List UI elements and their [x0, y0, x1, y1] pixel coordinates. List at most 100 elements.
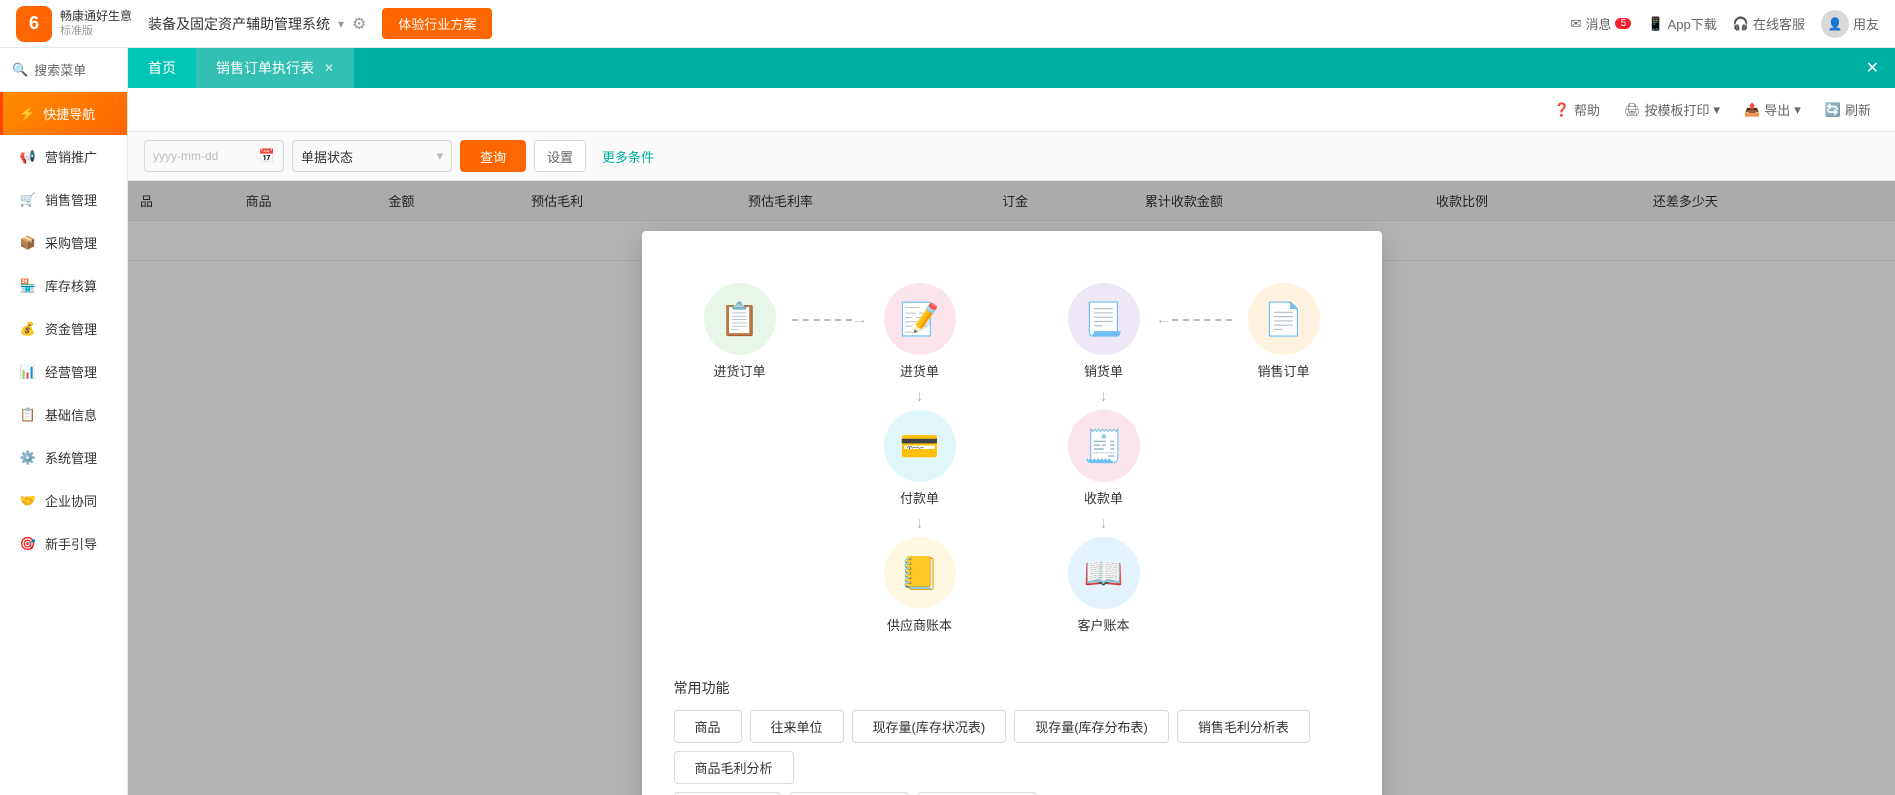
func-btn-partner[interactable]: 往来单位: [750, 710, 844, 743]
sidebar-item-finance[interactable]: 💰 资金管理: [0, 307, 127, 350]
refresh-button[interactable]: 🔄 刷新: [1817, 96, 1879, 123]
flow-item-supplier-account[interactable]: 📒 供应商账本: [884, 537, 956, 634]
date-from-placeholder: yyyy-mm-dd: [153, 149, 218, 163]
tab-bar-close-button[interactable]: ✕: [1866, 58, 1879, 78]
template-print-label: 按模板打印: [1645, 100, 1710, 119]
headset-icon: 🎧: [1733, 16, 1749, 32]
sales-bill-label: 销货单: [1084, 361, 1123, 380]
help-icon: ❓: [1554, 102, 1570, 118]
sidebar-item-label-3: 采购管理: [45, 233, 97, 252]
sidebar-item-quick-nav[interactable]: ⚡ 快捷导航: [0, 92, 127, 135]
status-select[interactable]: 单据状态 ▾: [292, 140, 452, 172]
arrow-down-payment: ↓: [884, 515, 956, 533]
dropdown-arrow-icon[interactable]: ▾: [338, 17, 344, 31]
tab-bar: 首页 销售订单执行表 ✕ ✕: [128, 48, 1895, 88]
more-conditions-link[interactable]: 更多条件: [602, 147, 654, 166]
purchase-bill-icon: 📝: [884, 283, 956, 355]
app-download-label: App下载: [1668, 14, 1717, 33]
func-btn-stock-status[interactable]: 现存量(库存状况表): [852, 710, 1007, 743]
supplier-account-icon: 📒: [884, 537, 956, 609]
payment-icon: 💳: [884, 410, 956, 482]
message-badge: 5: [1615, 18, 1631, 29]
marketing-icon: 📢: [19, 148, 37, 166]
inventory-icon: 🏪: [19, 277, 37, 295]
refresh-label: 刷新: [1845, 100, 1871, 119]
func-btn-stock-dist[interactable]: 现存量(库存分布表): [1014, 710, 1169, 743]
beginner-icon: 🎯: [19, 535, 37, 553]
arrow-down-purchase: ↓: [884, 388, 956, 406]
top-right-area: ✉ 消息 5 📱 App下载 🎧 在线客服 👤 用友: [1571, 10, 1879, 38]
status-dropdown-icon: ▾: [436, 148, 443, 164]
receipt-icon: 🧾: [1068, 410, 1140, 482]
sidebar-item-label-10: 新手引导: [45, 534, 97, 553]
online-support-button[interactable]: 🎧 在线客服: [1733, 14, 1805, 33]
template-print-button[interactable]: 🖨 按模板打印 ▾: [1616, 96, 1728, 123]
tab-home-label: 首页: [148, 58, 176, 78]
sidebar-item-enterprise[interactable]: 🤝 企业协同: [0, 479, 127, 522]
sidebar-item-operations[interactable]: 📊 经营管理: [0, 350, 127, 393]
online-support-label: 在线客服: [1753, 14, 1805, 33]
logo-icon: 6: [16, 6, 52, 42]
trial-button[interactable]: 体验行业方案: [382, 8, 492, 39]
sidebar-item-label-9: 企业协同: [45, 491, 97, 510]
customer-account-label: 客户账本: [1077, 615, 1129, 634]
sidebar-item-system[interactable]: ⚙️ 系统管理: [0, 436, 127, 479]
logo-line2: 标准版: [60, 24, 132, 38]
sidebar-item-beginner[interactable]: 🎯 新手引导: [0, 522, 127, 565]
refresh-icon: 🔄: [1825, 102, 1841, 118]
tab-close-icon[interactable]: ✕: [324, 61, 334, 75]
func-btn-product-margin[interactable]: 商品毛利分析: [674, 751, 794, 784]
username-label: 用友: [1853, 14, 1879, 33]
message-button[interactable]: ✉ 消息 5: [1571, 14, 1632, 33]
func-btn-product[interactable]: 商品: [674, 710, 742, 743]
sidebar-item-label-8: 系统管理: [45, 448, 97, 467]
flow-item-purchase-bill[interactable]: 📝 进货单: [884, 283, 956, 380]
date-from-input[interactable]: yyyy-mm-dd 📅: [144, 140, 284, 172]
sidebar-item-inventory[interactable]: 🏪 库存核算: [0, 264, 127, 307]
tab-home[interactable]: 首页: [128, 48, 196, 88]
app-download-button[interactable]: 📱 App下载: [1647, 14, 1716, 33]
function-buttons-row1: 商品 往来单位 现存量(库存状况表) 现存量(库存分布表) 销售毛利分析表 商品…: [674, 710, 1350, 784]
flow-item-purchase-order[interactable]: 📋 进货订单: [704, 283, 776, 380]
common-functions-section: 常用功能 商品 往来单位 现存量(库存状况表) 现存量(库存分布表) 销售毛利分…: [674, 678, 1350, 795]
status-label: 单据状态: [301, 147, 353, 166]
user-area[interactable]: 👤 用友: [1821, 10, 1879, 38]
tab-sales-order[interactable]: 销售订单执行表 ✕: [196, 48, 354, 88]
flow-item-sales-bill[interactable]: 📃 销货单: [1068, 283, 1140, 380]
logo-text: 畅康通好生意 标准版: [60, 9, 132, 39]
payment-label: 付款单: [900, 488, 939, 507]
sidebar-item-label-7: 基础信息: [45, 405, 97, 424]
flow-diagram-container: 📋 进货订单 → 📝: [674, 263, 1350, 670]
flow-item-payment[interactable]: 💳 付款单: [884, 410, 956, 507]
flow-item-sales-order[interactable]: 📄 销售订单: [1248, 283, 1320, 380]
top-bar: 6 畅康通好生意 标准版 装备及固定资产辅助管理系统 ▾ ⚙ 体验行业方案 ✉ …: [0, 0, 1895, 48]
help-button[interactable]: ❓ 帮助: [1546, 96, 1608, 123]
supplier-account-label: 供应商账本: [887, 615, 952, 634]
settings-icon[interactable]: ⚙: [352, 14, 366, 34]
logo-area: 6 畅康通好生意 标准版: [16, 6, 132, 42]
sales-order-icon: 📄: [1248, 283, 1320, 355]
sidebar-nav: ⚡ 快捷导航 📢 营销推广 🛒 销售管理 📦 采购管理 🏪 库存核算: [0, 92, 127, 795]
search-icon: 🔍: [12, 62, 28, 78]
purchase-order-icon: 📋: [704, 283, 776, 355]
basic-info-icon: 📋: [19, 406, 37, 424]
export-button[interactable]: 📤 导出 ▾: [1736, 96, 1809, 123]
sidebar-item-purchase[interactable]: 📦 采购管理: [0, 221, 127, 264]
sidebar-item-marketing[interactable]: 📢 营销推广: [0, 135, 127, 178]
sidebar-item-label-6: 经营管理: [45, 362, 97, 381]
search-menu-button[interactable]: 🔍 搜索菜单: [8, 56, 119, 83]
func-btn-sales-margin[interactable]: 销售毛利分析表: [1177, 710, 1310, 743]
sales-bill-icon: 📃: [1068, 283, 1140, 355]
flow-item-receipt[interactable]: 🧾 收款单: [1068, 410, 1140, 507]
export-dropdown-icon: ▾: [1794, 102, 1801, 118]
search-label: 搜索菜单: [34, 60, 86, 79]
setting-button[interactable]: 设置: [534, 140, 586, 172]
message-label: 消息: [1585, 14, 1611, 33]
sidebar-item-basic-info[interactable]: 📋 基础信息: [0, 393, 127, 436]
modal-dialog: 📋 进货订单 → 📝: [642, 231, 1382, 795]
modal-overlay: 📋 进货订单 → 📝: [128, 181, 1895, 795]
sidebar-item-sales[interactable]: 🛒 销售管理: [0, 178, 127, 221]
query-button[interactable]: 查询: [460, 140, 526, 172]
sidebar-item-label-4: 库存核算: [45, 276, 97, 295]
flow-item-customer-account[interactable]: 📖 客户账本: [1068, 537, 1140, 634]
